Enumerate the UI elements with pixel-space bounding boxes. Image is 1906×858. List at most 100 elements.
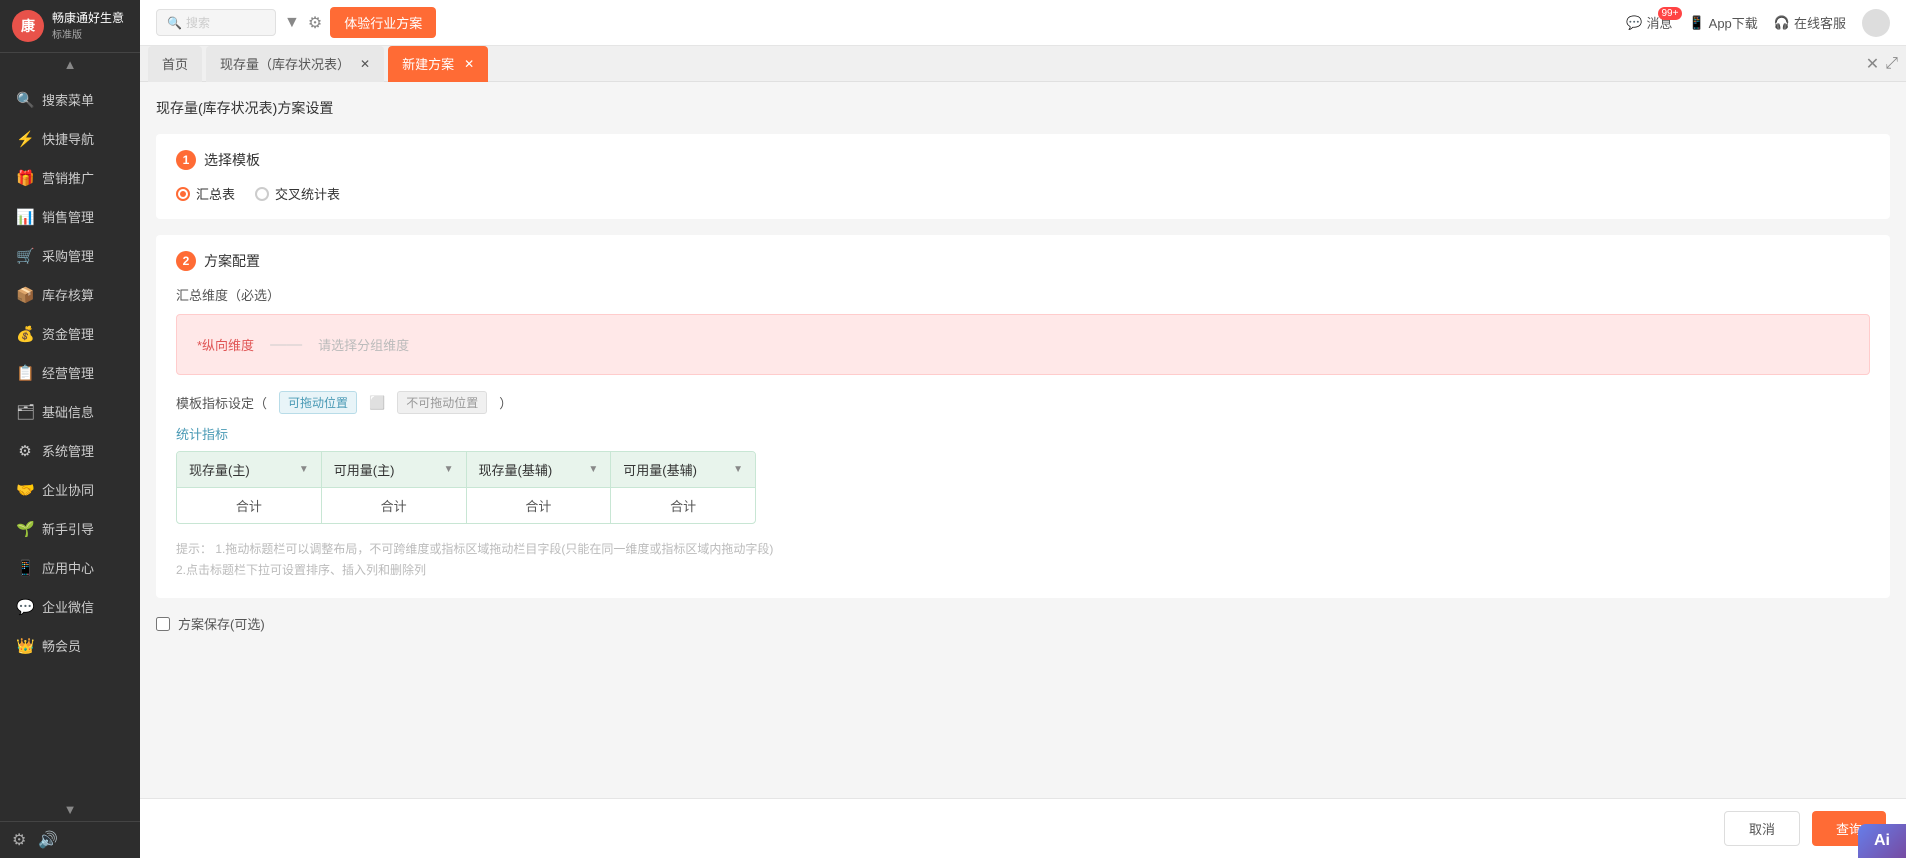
radio-cross-label: 交叉统计表 xyxy=(275,184,340,203)
radio-cross[interactable]: 交叉统计表 xyxy=(255,184,340,203)
col-3-arrow[interactable]: ▼ xyxy=(588,464,598,475)
sidebar-scroll-up[interactable]: ▲ xyxy=(0,53,140,76)
seedling-icon: 🌱 xyxy=(16,520,34,538)
sidebar-item-label: 采购管理 xyxy=(42,246,94,265)
speaker-icon[interactable]: 🔊 xyxy=(38,830,58,850)
sidebar-item-contract[interactable]: 🤝 企业协同 xyxy=(0,470,140,509)
sidebar-item-purchase[interactable]: 🛒 采购管理 xyxy=(0,236,140,275)
sidebar-item-label: 资金管理 xyxy=(42,324,94,343)
stat-col-1-label: 现存量(主) xyxy=(189,460,250,479)
step2-card: 2 方案配置 汇总维度（必选） *纵向维度 —— 请选择分组维度 模板指标设定（… xyxy=(156,235,1890,598)
box-icon: 📦 xyxy=(16,286,34,304)
sidebar-item-label: 经营管理 xyxy=(42,363,94,382)
message-badge[interactable]: 💬 消息 99+ xyxy=(1626,13,1672,32)
save-checkbox[interactable] xyxy=(156,617,170,631)
handshake-icon: 🤝 xyxy=(16,481,34,499)
dimension-box[interactable]: *纵向维度 —— 请选择分组维度 xyxy=(176,314,1870,375)
topbar-search-box[interactable]: 🔍 搜索 xyxy=(156,9,276,36)
search-icon: 🔍 xyxy=(16,91,34,109)
sidebar-item-search[interactable]: 🔍 搜索菜单 xyxy=(0,80,140,119)
sidebar-item-finance[interactable]: 💰 资金管理 xyxy=(0,314,140,353)
col-2-arrow[interactable]: ▼ xyxy=(444,464,454,475)
tab-home[interactable]: 首页 xyxy=(148,46,202,82)
customer-service-link[interactable]: 🎧 在线客服 xyxy=(1774,13,1846,32)
search-icon-small: 🔍 xyxy=(167,16,182,30)
stat-col-1[interactable]: 现存量(主) ▼ xyxy=(177,452,322,487)
content-area: 现存量(库存状况表)方案设置 1 选择模板 汇总表 交叉统计表 xyxy=(140,82,1906,798)
logo-sub: 标准版 xyxy=(52,26,124,41)
topbar-gear-icon[interactable]: ▼ xyxy=(284,14,300,32)
industry-plan-button[interactable]: 体验行业方案 xyxy=(330,7,436,38)
tab-new-plan[interactable]: 新建方案 ✕ xyxy=(388,46,488,82)
stat-label: 统计指标 xyxy=(176,424,1870,443)
step1-card: 1 选择模板 汇总表 交叉统计表 xyxy=(156,134,1890,219)
stat-col-4[interactable]: 可用量(基辅) ▼ xyxy=(611,452,755,487)
sidebar: 康 畅康通好生意 标准版 ▲ 🔍 搜索菜单 ⚡ 快捷导航 🎁 营销推广 📊 销售… xyxy=(0,0,140,858)
sidebar-item-marketing[interactable]: 🎁 营销推广 xyxy=(0,158,140,197)
sidebar-item-basic[interactable]: 🗂 基础信息 xyxy=(0,392,140,431)
col-1-arrow[interactable]: ▼ xyxy=(299,464,309,475)
indicator-config: 模板指标设定（ 可拖动位置 ⬜ 不可拖动位置 ） 统计指标 现存量(主) ▼ 可 xyxy=(176,391,1870,578)
sidebar-item-inventory[interactable]: 📦 库存核算 xyxy=(0,275,140,314)
tips-box: 提示： 1.拖动标题栏可以调整布局，不可跨维度或指标区域拖动栏目字段(只能在同一… xyxy=(176,540,1870,578)
tab-expand-button[interactable]: ⤢ xyxy=(1885,55,1898,73)
cart-icon: 🛒 xyxy=(16,247,34,265)
sidebar-item-newbie[interactable]: 🌱 新手引导 xyxy=(0,509,140,548)
tabs-bar: 首页 现存量（库存状况表） ✕ 新建方案 ✕ ✕ ⤢ xyxy=(140,46,1906,82)
tabs-right-controls: ✕ ⤢ xyxy=(1866,54,1898,74)
dimension-placeholder: 请选择分组维度 xyxy=(318,335,409,354)
stat-col-2-label: 可用量(主) xyxy=(334,460,395,479)
sidebar-item-member[interactable]: 👑 畅会员 xyxy=(0,626,140,665)
tab-close-button[interactable]: ✕ xyxy=(1866,54,1879,74)
stat-cell-1: 合计 xyxy=(177,487,322,523)
user-avatar[interactable] xyxy=(1862,9,1890,37)
mobile-icon: 📱 xyxy=(16,559,34,577)
app-download-label: App下载 xyxy=(1709,13,1758,32)
sidebar-item-shortcut[interactable]: ⚡ 快捷导航 xyxy=(0,119,140,158)
ai-float-button[interactable]: Ai xyxy=(1858,824,1906,858)
sidebar-item-operation[interactable]: 📋 经营管理 xyxy=(0,353,140,392)
sidebar-item-appcenter[interactable]: 📱 应用中心 xyxy=(0,548,140,587)
sidebar-item-system[interactable]: ⚙ 系统管理 xyxy=(0,431,140,470)
tip-1: 提示： 1.拖动标题栏可以调整布局，不可跨维度或指标区域拖动栏目字段(只能在同一… xyxy=(176,540,1870,557)
sidebar-item-label: 应用中心 xyxy=(42,558,94,577)
sidebar-item-wechat[interactable]: 💬 企业微信 xyxy=(0,587,140,626)
radio-summary[interactable]: 汇总表 xyxy=(176,184,235,203)
tab-inventory-close[interactable]: ✕ xyxy=(360,57,370,71)
step2-title: 方案配置 xyxy=(204,251,260,271)
stat-col-2[interactable]: 可用量(主) ▼ xyxy=(322,452,467,487)
topbar-left: 🔍 搜索 ▼ ⚙ 体验行业方案 xyxy=(156,7,1614,38)
gift-icon: 🎁 xyxy=(16,169,34,187)
col-4-arrow[interactable]: ▼ xyxy=(733,464,743,475)
cancel-button[interactable]: 取消 xyxy=(1724,811,1800,846)
topbar: 🔍 搜索 ▼ ⚙ 体验行业方案 💬 消息 99+ 📱 App下载 🎧 在线客服 xyxy=(140,0,1906,46)
settings-icon[interactable]: ⚙ xyxy=(12,830,26,850)
sidebar-item-sales[interactable]: 📊 销售管理 xyxy=(0,197,140,236)
indicator-label-row: 模板指标设定（ 可拖动位置 ⬜ 不可拖动位置 ） xyxy=(176,391,1870,414)
step2-num: 2 xyxy=(176,251,196,271)
logo-name: 畅康通好生意 xyxy=(52,11,124,27)
vertical-dimension-label: *纵向维度 xyxy=(197,335,254,354)
app-download-link[interactable]: 📱 App下载 xyxy=(1688,13,1757,32)
tip-2: 2.点击标题栏下拉可设置排序、插入列和删除列 xyxy=(176,561,1870,578)
sidebar-footer: ⚙ 🔊 xyxy=(0,821,140,858)
stat-col-3[interactable]: 现存量(基辅) ▼ xyxy=(467,452,612,487)
sidebar-item-label: 快捷导航 xyxy=(42,129,94,148)
topbar-settings-icon[interactable]: ⚙ xyxy=(308,13,322,33)
tab-new-plan-close[interactable]: ✕ xyxy=(464,57,474,71)
tab-inventory-status[interactable]: 现存量（库存状况表） ✕ xyxy=(206,46,384,82)
indicator-config-prefix: 模板指标设定（ xyxy=(176,393,267,412)
non-draggable-tag: 不可拖动位置 xyxy=(397,391,487,414)
sidebar-scroll-down[interactable]: ▼ xyxy=(0,798,140,821)
sidebar-item-label: 畅会员 xyxy=(42,636,81,655)
clipboard-icon: 📋 xyxy=(16,364,34,382)
stat-cell-2: 合计 xyxy=(322,487,467,523)
save-row: 方案保存(可选) xyxy=(156,614,1890,633)
step1-num: 1 xyxy=(176,150,196,170)
search-placeholder: 搜索 xyxy=(186,14,210,31)
sidebar-item-label: 销售管理 xyxy=(42,207,94,226)
tab-home-label: 首页 xyxy=(162,54,188,73)
logo-icon: 康 xyxy=(12,10,44,42)
tab-new-plan-label: 新建方案 xyxy=(402,54,454,73)
chart-icon: 📊 xyxy=(16,208,34,226)
